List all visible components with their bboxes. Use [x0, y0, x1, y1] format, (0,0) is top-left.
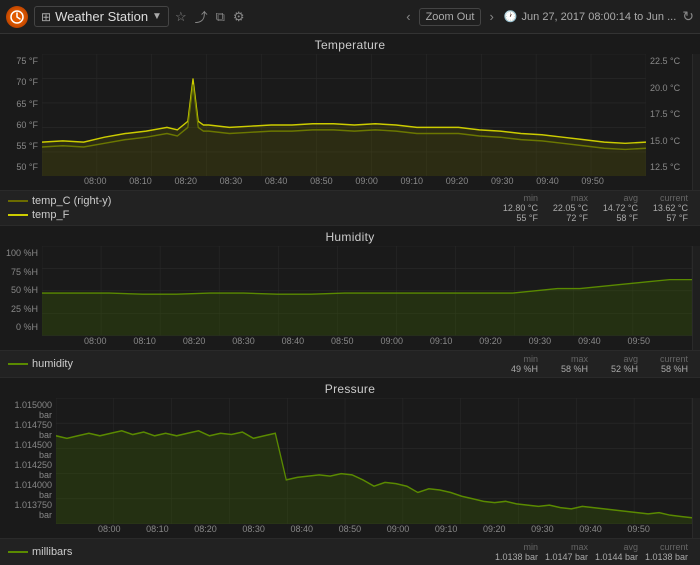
temp-c-avg: 14.72 °C: [592, 203, 642, 213]
share-icon[interactable]: ⤴: [195, 7, 208, 26]
pressure-stats: min max avg current 1.0138 bar 1.0147 ba…: [492, 542, 692, 562]
copy-icon[interactable]: ⧉: [216, 9, 225, 25]
main-content: Temperature 75 °F 70 °F 65 °F 60 °F 55 °…: [0, 34, 700, 565]
caret-icon: ▼: [152, 11, 162, 22]
humidity-title: Humidity: [0, 230, 700, 244]
legend-item-humidity: humidity: [8, 358, 73, 370]
pressure-current: 1.0138 bar: [642, 552, 692, 562]
temp-stats-c: 12.80 °C 22.05 °C 14.72 °C 13.62 °C: [492, 203, 692, 213]
legend-item-tempf: temp_F: [8, 209, 111, 221]
humidity-svg-container: 08:00 08:10 08:20 08:30 08:40 08:50 09:0…: [42, 246, 692, 350]
humidity-panel: Humidity 100 %H 75 %H 50 %H 25 %H 0 %H: [0, 226, 700, 378]
tempf-line-icon: [8, 214, 28, 216]
topbar: ⊞ Weather Station ▼ ☆ ⤴ ⧉ ⚙ ‹ Zoom Out ›…: [0, 0, 700, 34]
dashboard-selector[interactable]: ⊞ Weather Station ▼: [34, 6, 169, 27]
legend-pressure-label: millibars: [32, 546, 72, 558]
humidity-line-icon: [8, 363, 28, 365]
legend-item-tempc: temp_C (right-y): [8, 195, 111, 207]
pressure-panel: Pressure 1.015000 bar 1.014750 bar 1.014…: [0, 378, 700, 565]
star-icon[interactable]: ☆: [175, 9, 187, 25]
clock-icon: 🕐: [504, 10, 518, 23]
pressure-scrollbar[interactable]: [692, 398, 700, 538]
humidity-scrollbar[interactable]: [692, 246, 700, 350]
pressure-avg: 1.0144 bar: [592, 552, 642, 562]
temp-c-min: 12.80 °C: [492, 203, 542, 213]
temp-scrollbar[interactable]: [692, 54, 700, 190]
humidity-y-axis: 100 %H 75 %H 50 %H 25 %H 0 %H: [0, 246, 42, 350]
nav-next[interactable]: ›: [485, 7, 497, 26]
temp-y-axis-left: 75 °F 70 °F 65 °F 60 °F 55 °F 50 °F: [0, 54, 42, 190]
pressure-x-axis: 08:00 08:10 08:20 08:30 08:40 08:50 09:0…: [56, 524, 692, 538]
humidity-max: 58 %H: [542, 364, 592, 374]
temperature-panel: Temperature 75 °F 70 °F 65 °F 60 °F 55 °…: [0, 34, 700, 226]
temp-f-avg: 58 °F: [592, 213, 642, 223]
humidity-stats-header: min max avg current: [492, 354, 692, 364]
tempc-line-icon: [8, 200, 28, 202]
temperature-svg-container: 08:00 08:10 08:20 08:30 08:40 08:50 09:0…: [42, 54, 646, 190]
humidity-stats: min max avg current 49 %H 58 %H 52 %H 58…: [492, 354, 692, 374]
pressure-y-axis: 1.015000 bar 1.014750 bar 1.014500 bar 1…: [0, 398, 56, 538]
humidity-current: 58 %H: [642, 364, 692, 374]
humidity-avg: 52 %H: [592, 364, 642, 374]
pressure-max: 1.0147 bar: [542, 552, 592, 562]
time-range-text: Jun 27, 2017 08:00:14 to Jun ...: [522, 11, 677, 23]
settings-icon[interactable]: ⚙: [233, 9, 245, 25]
time-nav: ‹ Zoom Out ›: [402, 7, 498, 26]
temp-c-current: 13.62 °C: [642, 203, 692, 213]
grid-icon: ⊞: [41, 10, 51, 24]
refresh-button[interactable]: ↻: [682, 8, 694, 25]
temp-f-max: 72 °F: [542, 213, 592, 223]
legend-tempf-label: temp_F: [32, 209, 69, 221]
dashboard-title: Weather Station: [55, 9, 148, 24]
temp-c-max: 22.05 °C: [542, 203, 592, 213]
temperature-chart-area: 75 °F 70 °F 65 °F 60 °F 55 °F 50 °F: [0, 54, 700, 190]
temp-x-axis: 08:00 08:10 08:20 08:30 08:40 08:50 09:0…: [42, 176, 646, 190]
nav-prev[interactable]: ‹: [402, 7, 414, 26]
pressure-chart-area: 1.015000 bar 1.014750 bar 1.014500 bar 1…: [0, 398, 700, 538]
temp-f-min: 55 °F: [492, 213, 542, 223]
pressure-title: Pressure: [0, 382, 700, 396]
time-display: 🕐 Jun 27, 2017 08:00:14 to Jun ...: [504, 10, 676, 23]
temp-stats: min max avg current 12.80 °C 22.05 °C 14…: [492, 193, 692, 223]
temp-legend: temp_C (right-y) temp_F min max avg curr…: [0, 190, 700, 225]
temp-y-axis-right: 22.5 °C 20.0 °C 17.5 °C 15.0 °C 12.5 °C: [646, 54, 692, 190]
pressure-svg-container: 08:00 08:10 08:20 08:30 08:40 08:50 09:0…: [56, 398, 692, 538]
zoom-out-button[interactable]: Zoom Out: [419, 8, 482, 26]
temperature-title: Temperature: [0, 38, 700, 52]
pressure-min: 1.0138 bar: [492, 552, 542, 562]
humidity-chart-area: 100 %H 75 %H 50 %H 25 %H 0 %H: [0, 246, 700, 350]
pressure-stats-data: 1.0138 bar 1.0147 bar 1.0144 bar 1.0138 …: [492, 552, 692, 562]
legend-item-pressure: millibars: [8, 546, 72, 558]
temp-stats-f: 55 °F 72 °F 58 °F 57 °F: [492, 213, 692, 223]
app-logo: [6, 6, 28, 28]
pressure-legend: millibars min max avg current 1.0138 bar…: [0, 538, 700, 565]
humidity-legend: humidity min max avg current 49 %H 58 %H…: [0, 350, 700, 377]
legend-humidity-label: humidity: [32, 358, 73, 370]
humidity-x-axis: 08:00 08:10 08:20 08:30 08:40 08:50 09:0…: [42, 336, 692, 350]
humidity-min: 49 %H: [492, 364, 542, 374]
legend-tempc-label: temp_C (right-y): [32, 195, 111, 207]
topbar-actions: ☆ ⤴ ⧉ ⚙: [175, 7, 245, 26]
humidity-stats-data: 49 %H 58 %H 52 %H 58 %H: [492, 364, 692, 374]
pressure-stats-header: min max avg current: [492, 542, 692, 552]
temp-stats-header: min max avg current: [492, 193, 692, 203]
pressure-line-icon: [8, 551, 28, 553]
temp-f-current: 57 °F: [642, 213, 692, 223]
